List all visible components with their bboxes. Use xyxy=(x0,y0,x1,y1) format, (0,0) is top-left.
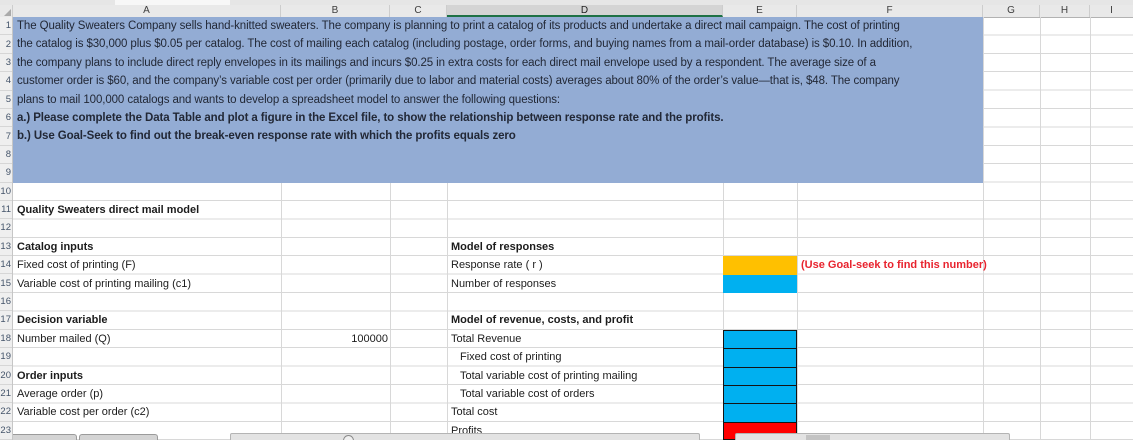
embedded-object-top[interactable] xyxy=(79,434,158,440)
object-handle-icon xyxy=(343,435,354,440)
cell-decision-variable-header[interactable]: Decision variable xyxy=(13,311,285,329)
cell-fixed-cost-printing-item[interactable]: Fixed cost of printing xyxy=(447,348,736,366)
cell-total-revenue-label[interactable]: Total Revenue xyxy=(447,330,727,348)
statement-line-2: the catalog is $30,000 plus $0.05 per ca… xyxy=(17,38,913,51)
row-headers: 1 2 3 4 5 6 7 8 9 10 11 12 13 14 15 16 17 18 19 20 21 22 23 xyxy=(0,17,13,440)
column-header-d-selected[interactable]: D xyxy=(447,5,723,17)
row-header[interactable]: 12 xyxy=(0,219,12,238)
row-header[interactable]: 23 xyxy=(0,422,12,440)
object-handle-icon xyxy=(806,435,830,440)
column-gridline xyxy=(1090,17,1091,440)
column-header-i[interactable]: I xyxy=(1090,5,1133,17)
cell-number-mailed-label[interactable]: Number mailed (Q) xyxy=(13,330,285,348)
cell-number-responses-label[interactable]: Number of responses xyxy=(447,275,727,293)
row-header[interactable]: 11 xyxy=(0,201,12,220)
select-all-corner[interactable] xyxy=(0,5,13,17)
cell-total-cost-value[interactable] xyxy=(723,403,797,423)
row-header[interactable]: 7 xyxy=(0,127,12,146)
statement-line-5: plans to mail 100,000 catalogs and wants… xyxy=(17,93,561,106)
cell-response-rate-label[interactable]: Response rate ( r ) xyxy=(447,256,727,274)
column-header-b[interactable]: B xyxy=(281,5,390,17)
cell-response-rate-input[interactable] xyxy=(723,256,797,275)
column-header-f[interactable]: F xyxy=(797,5,983,17)
row-header[interactable]: 2 xyxy=(0,35,12,54)
row-header[interactable]: 10 xyxy=(0,183,12,201)
cell-number-responses-value[interactable] xyxy=(723,274,797,293)
cell-model-revenue-header[interactable]: Model of revenue, costs, and profit xyxy=(447,311,727,329)
column-header-h[interactable]: H xyxy=(1040,5,1090,17)
spreadsheet-window: A B C D E F G H I 1 2 3 4 5 6 7 8 9 10 11 12 13 14 15 1… xyxy=(0,0,1133,440)
row-header[interactable]: 6 xyxy=(0,109,12,128)
cell-total-revenue-value[interactable] xyxy=(723,329,797,350)
row-header[interactable]: 14 xyxy=(0,256,12,275)
cell-number-mailed-value[interactable]: 100000 xyxy=(281,330,391,348)
row-header[interactable]: 16 xyxy=(0,293,12,312)
embedded-object-top[interactable] xyxy=(735,433,1010,440)
row-header[interactable]: 19 xyxy=(0,348,12,367)
statement-line-4: customer order is $60, and the company’s… xyxy=(17,75,900,88)
column-header-e[interactable]: E xyxy=(723,5,797,17)
cell-variable-cost-printing-label[interactable]: Variable cost of printing mailing (c1) xyxy=(13,275,285,293)
row-header[interactable]: 18 xyxy=(0,330,12,349)
row-header[interactable]: 9 xyxy=(0,164,12,183)
cell-model-responses-header[interactable]: Model of responses xyxy=(447,238,727,256)
row-header[interactable]: 20 xyxy=(0,366,12,385)
cell-total-cost-label[interactable]: Total cost xyxy=(447,403,727,421)
problem-statement-block[interactable]: The Quality Sweaters Company sells hand-… xyxy=(13,17,983,183)
column-header-a[interactable]: A xyxy=(13,5,281,17)
cell-goal-seek-note[interactable]: (Use Goal-seek to find this number) xyxy=(797,256,1131,274)
row-header[interactable]: 15 xyxy=(0,274,12,293)
statement-task-b: b.) Use Goal-Seek to find out the break-… xyxy=(17,130,516,143)
row-header[interactable]: 22 xyxy=(0,403,12,422)
column-header-g[interactable]: G xyxy=(983,5,1040,17)
statement-task-a: a.) Please complete the Data Table and p… xyxy=(17,111,724,124)
row-header[interactable]: 17 xyxy=(0,311,12,330)
column-header-c[interactable]: C xyxy=(390,5,447,17)
statement-line-3: the company plans to include direct repl… xyxy=(17,56,876,69)
row-header[interactable]: 3 xyxy=(0,54,12,73)
cell-total-variable-printing-item[interactable]: Total variable cost of printing mailing xyxy=(447,367,736,385)
statement-line-1: The Quality Sweaters Company sells hand-… xyxy=(17,20,900,32)
column-gridline xyxy=(1040,17,1041,440)
cell-total-variable-orders-item[interactable]: Total variable cost of orders xyxy=(447,385,736,403)
row-header[interactable]: 4 xyxy=(0,72,12,91)
cell-catalog-inputs-header[interactable]: Catalog inputs xyxy=(13,238,285,256)
row-header[interactable]: 5 xyxy=(0,91,12,109)
cell-model-title[interactable]: Quality Sweaters direct mail model xyxy=(13,201,285,219)
cell-order-inputs-header[interactable]: Order inputs xyxy=(13,367,285,385)
cell-average-order-label[interactable]: Average order (p) xyxy=(13,385,285,403)
row-header[interactable]: 1 xyxy=(0,17,12,36)
row-header[interactable]: 21 xyxy=(0,385,12,404)
row-header[interactable]: 13 xyxy=(0,238,12,257)
row-header[interactable]: 8 xyxy=(0,146,12,165)
embedded-object-top[interactable] xyxy=(230,433,700,440)
cell-variable-cost-order-label[interactable]: Variable cost per order (c2) xyxy=(13,403,285,421)
embedded-object-top[interactable] xyxy=(8,434,77,440)
column-gridline xyxy=(983,17,984,440)
cell-fixed-cost-printing-label[interactable]: Fixed cost of printing (F) xyxy=(13,256,285,274)
select-all-icon xyxy=(4,9,11,16)
